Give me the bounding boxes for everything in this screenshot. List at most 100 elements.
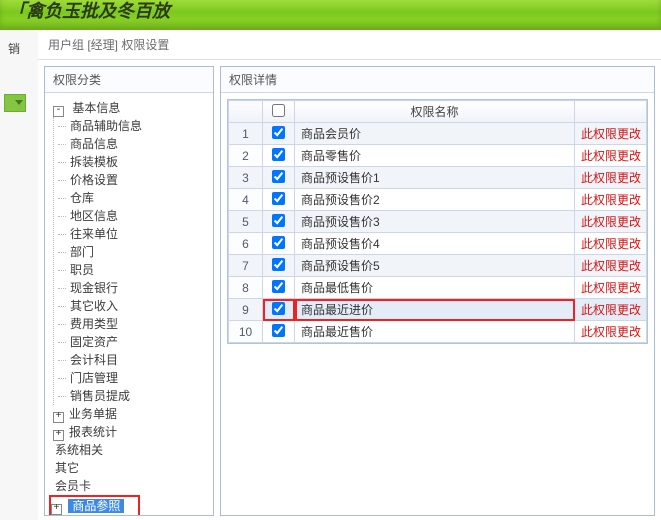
table-row[interactable]: 5 商品预设售价3此权限更改 [229, 211, 647, 233]
row-check-cell[interactable] [263, 145, 295, 167]
row-checkbox[interactable] [272, 126, 285, 139]
tree-node[interactable]: 商品辅助信息 [68, 119, 144, 133]
tree-node-selected[interactable]: 商品参照 [68, 499, 124, 513]
grid-col-note[interactable] [575, 101, 647, 123]
tree-collapse-icon[interactable]: - [53, 106, 64, 117]
row-checkbox[interactable] [272, 148, 285, 161]
tree-node[interactable]: 门店管理 [68, 371, 120, 385]
row-checkbox[interactable] [272, 280, 285, 293]
row-permission-name: 商品预设售价4 [295, 233, 575, 255]
table-row[interactable]: 6 商品预设售价4此权限更改 [229, 233, 647, 255]
row-note: 此权限更改 [575, 145, 647, 167]
highlight-box: + 商品参照 [49, 495, 140, 515]
tree-node[interactable]: 部门 [68, 245, 96, 259]
tree-node-basic[interactable]: 基本信息 [70, 101, 122, 115]
row-note: 此权限更改 [575, 233, 647, 255]
row-number: 7 [229, 255, 263, 277]
row-permission-name: 商品预设售价2 [295, 189, 575, 211]
tree-node[interactable]: 地区信息 [68, 209, 120, 223]
row-note: 此权限更改 [575, 299, 647, 321]
tree-node[interactable]: 会员卡 [53, 479, 93, 493]
permission-grid[interactable]: 权限名称 1商品会员价此权限更改2商品零售价此权限更改3商品预设售价1此权限更改… [228, 100, 647, 343]
tree-node[interactable]: 业务单据 [67, 407, 119, 421]
tree-node[interactable]: 价格设置 [68, 173, 120, 187]
row-number: 5 [229, 211, 263, 233]
row-checkbox[interactable] [272, 170, 285, 183]
row-checkbox[interactable] [272, 324, 285, 337]
left-toolbar: 销 [0, 30, 39, 520]
table-row[interactable]: 2 商品零售价此权限更改 [229, 145, 647, 167]
tree-expand-icon[interactable]: + [53, 430, 64, 441]
row-permission-name: 商品预设售价5 [295, 255, 575, 277]
tree-node[interactable]: 仓库 [68, 191, 96, 205]
row-number: 10 [229, 321, 263, 343]
table-row[interactable]: 1商品会员价此权限更改 [229, 123, 647, 145]
row-note: 此权限更改 [575, 167, 647, 189]
tree-node[interactable]: 费用类型 [68, 317, 120, 331]
tree-node[interactable]: 系统相关 [53, 443, 105, 457]
row-check-cell[interactable] [263, 167, 295, 189]
row-number: 9 [229, 299, 263, 321]
table-row[interactable]: 4商品预设售价2此权限更改 [229, 189, 647, 211]
table-row[interactable]: 8 商品最低售价此权限更改 [229, 277, 647, 299]
toolbar-button-sales[interactable]: 销 [2, 40, 36, 54]
row-checkbox[interactable] [272, 214, 285, 227]
tree-node[interactable]: 固定资产 [68, 335, 120, 349]
color-picker-button[interactable] [4, 94, 26, 112]
tree-node[interactable]: 商品信息 [68, 137, 120, 151]
checkall-checkbox[interactable] [272, 104, 285, 117]
tree-node[interactable]: 往来单位 [68, 227, 120, 241]
row-check-cell[interactable] [263, 255, 295, 277]
row-permission-name: 商品最近进价 [295, 299, 575, 321]
grid-corner [229, 101, 263, 123]
row-check-cell[interactable] [263, 277, 295, 299]
row-note: 此权限更改 [575, 277, 647, 299]
row-number: 8 [229, 277, 263, 299]
permission-detail-pane: 权限详情 [220, 66, 655, 516]
breadcrumb-text: 用户组 [经理] 权限设置 [48, 38, 169, 52]
row-number: 1 [229, 123, 263, 145]
row-note: 此权限更改 [575, 211, 647, 233]
row-note: 此权限更改 [575, 189, 647, 211]
app-title-banner: 「禽负玉批及冬百放 [0, 0, 661, 31]
row-number: 2 [229, 145, 263, 167]
tree-node[interactable]: 销售员提成 [68, 389, 132, 403]
tree-node[interactable]: 其它收入 [68, 299, 120, 313]
row-check-cell[interactable] [263, 299, 295, 321]
row-permission-name: 商品零售价 [295, 145, 575, 167]
row-checkbox[interactable] [272, 236, 285, 249]
row-permission-name: 商品预设售价3 [295, 211, 575, 233]
tree-node[interactable]: 现金银行 [68, 281, 120, 295]
row-checkbox[interactable] [272, 192, 285, 205]
row-note: 此权限更改 [575, 321, 647, 343]
row-checkbox[interactable] [272, 258, 285, 271]
table-row[interactable]: 10 商品最近售价此权限更改 [229, 321, 647, 343]
app-title-text: 「禽负玉批及冬百放 [8, 1, 170, 21]
row-number: 6 [229, 233, 263, 255]
row-permission-name: 商品最近售价 [295, 321, 575, 343]
row-check-cell[interactable] [263, 211, 295, 233]
table-row[interactable]: 7商品预设售价5此权限更改 [229, 255, 647, 277]
row-permission-name: 商品最低售价 [295, 277, 575, 299]
tree-expand-icon[interactable]: + [51, 504, 62, 515]
breadcrumb: 用户组 [经理] 权限设置 [38, 30, 661, 60]
tree-header: 权限分类 [45, 67, 213, 93]
row-check-cell[interactable] [263, 233, 295, 255]
row-check-cell[interactable] [263, 189, 295, 211]
grid-col-checkall[interactable] [263, 101, 295, 123]
row-check-cell[interactable] [263, 321, 295, 343]
row-check-cell[interactable] [263, 123, 295, 145]
tree-node[interactable]: 其它 [53, 461, 81, 475]
tree-node[interactable]: 拆装模板 [68, 155, 120, 169]
permission-tree[interactable]: - 基本信息 商品辅助信息 商品信息 拆装模板 价格设置 仓库 地区信息 往来单… [45, 93, 213, 515]
tree-node[interactable]: 报表统计 [67, 425, 119, 439]
tree-node[interactable]: 职员 [68, 263, 96, 277]
row-checkbox[interactable] [272, 302, 285, 315]
grid-col-name[interactable]: 权限名称 [295, 101, 575, 123]
tree-expand-icon[interactable]: + [53, 412, 64, 423]
table-row[interactable]: 3商品预设售价1此权限更改 [229, 167, 647, 189]
table-row[interactable]: 9 商品最近进价此权限更改 [229, 299, 647, 321]
tree-node[interactable]: 会计科目 [68, 353, 120, 367]
detail-header: 权限详情 [221, 67, 654, 93]
row-note: 此权限更改 [575, 123, 647, 145]
